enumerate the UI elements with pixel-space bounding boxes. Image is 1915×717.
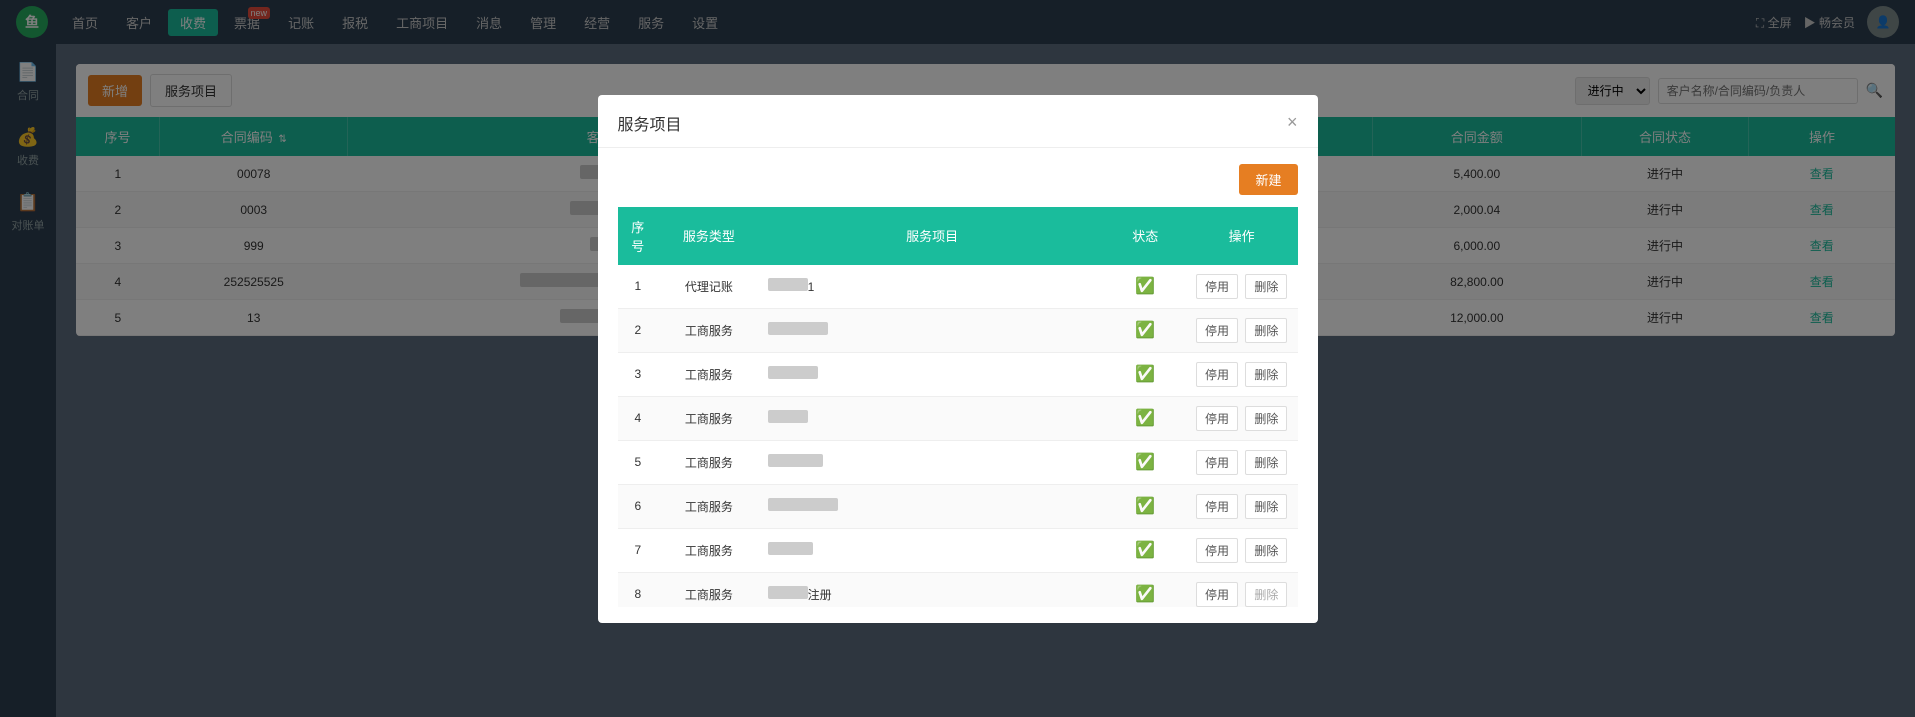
modal-cell-type: 工商服务 — [658, 484, 759, 528]
modal-cell-action: 停用 删除 — [1186, 528, 1298, 572]
modal-cell-status: ✅ — [1105, 352, 1186, 396]
modal-cell-action: 停用 删除 — [1186, 308, 1298, 352]
modal-col-header-type: 服务类型 — [658, 207, 759, 265]
stop-button[interactable]: 停用 — [1196, 406, 1238, 431]
modal-table-scroll[interactable]: 序号 服务类型 服务项目 状态 操作 1 代理记账 1 ✅ — [618, 207, 1298, 607]
stop-button[interactable]: 停用 — [1196, 450, 1238, 475]
modal-cell-num: 1 — [618, 265, 659, 309]
stop-button[interactable]: 停用 — [1196, 494, 1238, 519]
status-check-icon: ✅ — [1135, 278, 1155, 295]
modal-cell-num: 5 — [618, 440, 659, 484]
modal-cell-action: 停用 删除 — [1186, 352, 1298, 396]
modal-table-row: 1 代理记账 1 ✅ 停用 删除 — [618, 265, 1298, 309]
modal-cell-type: 代理记账 — [658, 265, 759, 309]
modal-cell-type: 工商服务 — [658, 352, 759, 396]
modal-table-row: 2 工商服务 ✅ 停用 删除 — [618, 308, 1298, 352]
stop-button[interactable]: 停用 — [1196, 274, 1238, 299]
modal-title: 服务项目 — [618, 111, 682, 135]
modal-table-row: 5 工商服务 ✅ 停用 删除 — [618, 440, 1298, 484]
status-check-icon: ✅ — [1135, 498, 1155, 515]
delete-button[interactable]: 删除 — [1245, 450, 1287, 475]
status-check-icon: ✅ — [1135, 366, 1155, 383]
modal-cell-item — [760, 308, 1105, 352]
modal-cell-item — [760, 484, 1105, 528]
modal-cell-type: 工商服务 — [658, 308, 759, 352]
modal-cell-num: 7 — [618, 528, 659, 572]
modal-cell-num: 6 — [618, 484, 659, 528]
modal-cell-status: ✅ — [1105, 572, 1186, 607]
delete-button[interactable]: 删除 — [1245, 494, 1287, 519]
stop-button[interactable]: 停用 — [1196, 318, 1238, 343]
modal-close-button[interactable]: × — [1287, 112, 1298, 133]
modal-cell-item — [760, 396, 1105, 440]
modal-table-row: 7 工商服务 ✅ 停用 删除 — [618, 528, 1298, 572]
modal-cell-status: ✅ — [1105, 396, 1186, 440]
modal-cell-type: 工商服务 — [658, 440, 759, 484]
delete-button[interactable]: 删除 — [1245, 582, 1287, 607]
modal-body: 新建 序号 服务类型 服务项目 状态 操作 — [598, 148, 1318, 623]
modal-header: 服务项目 × — [598, 95, 1318, 148]
modal-cell-num: 4 — [618, 396, 659, 440]
modal-col-header-status: 状态 — [1105, 207, 1186, 265]
stop-button[interactable]: 停用 — [1196, 362, 1238, 387]
modal-table-row: 4 工商服务 ✅ 停用 删除 — [618, 396, 1298, 440]
status-check-icon: ✅ — [1135, 322, 1155, 339]
stop-button[interactable]: 停用 — [1196, 538, 1238, 563]
modal-cell-type: 工商服务 — [658, 572, 759, 607]
stop-button[interactable]: 停用 — [1196, 582, 1238, 607]
modal-cell-action: 停用 删除 — [1186, 265, 1298, 309]
modal-cell-status: ✅ — [1105, 528, 1186, 572]
modal-cell-item: 注册 — [760, 572, 1105, 607]
modal-cell-item: 1 — [760, 265, 1105, 309]
delete-button[interactable]: 删除 — [1245, 274, 1287, 299]
modal-table-row: 8 工商服务 注册 ✅ 停用 删除 — [618, 572, 1298, 607]
delete-button[interactable]: 删除 — [1245, 362, 1287, 387]
modal-col-header-action: 操作 — [1186, 207, 1298, 265]
modal-col-header-num: 序号 — [618, 207, 659, 265]
status-check-icon: ✅ — [1135, 542, 1155, 559]
modal-cell-action: 停用 删除 — [1186, 484, 1298, 528]
modal-cell-action: 停用 删除 — [1186, 396, 1298, 440]
modal-overlay[interactable]: 服务项目 × 新建 序号 服务类型 服务项目 状态 操作 — [0, 0, 1915, 717]
modal-cell-num: 8 — [618, 572, 659, 607]
modal-toolbar: 新建 — [618, 164, 1298, 195]
delete-button[interactable]: 删除 — [1245, 538, 1287, 563]
status-check-icon: ✅ — [1135, 410, 1155, 427]
delete-button[interactable]: 删除 — [1245, 318, 1287, 343]
service-items-table: 序号 服务类型 服务项目 状态 操作 1 代理记账 1 ✅ — [618, 207, 1298, 607]
service-items-modal: 服务项目 × 新建 序号 服务类型 服务项目 状态 操作 — [598, 95, 1318, 623]
status-check-icon: ✅ — [1135, 586, 1155, 603]
status-check-icon: ✅ — [1135, 454, 1155, 471]
modal-cell-item — [760, 528, 1105, 572]
modal-cell-item — [760, 352, 1105, 396]
modal-cell-action: 停用 删除 — [1186, 572, 1298, 607]
modal-cell-status: ✅ — [1105, 484, 1186, 528]
modal-cell-num: 3 — [618, 352, 659, 396]
modal-table-row: 3 工商服务 ✅ 停用 删除 — [618, 352, 1298, 396]
modal-cell-action: 停用 删除 — [1186, 440, 1298, 484]
modal-cell-status: ✅ — [1105, 440, 1186, 484]
modal-table-row: 6 工商服务 ✅ 停用 删除 — [618, 484, 1298, 528]
modal-cell-status: ✅ — [1105, 308, 1186, 352]
delete-button[interactable]: 删除 — [1245, 406, 1287, 431]
modal-cell-status: ✅ — [1105, 265, 1186, 309]
modal-new-button[interactable]: 新建 — [1239, 164, 1297, 195]
modal-cell-item — [760, 440, 1105, 484]
modal-cell-num: 2 — [618, 308, 659, 352]
modal-cell-type: 工商服务 — [658, 528, 759, 572]
modal-cell-type: 工商服务 — [658, 396, 759, 440]
modal-col-header-item: 服务项目 — [760, 207, 1105, 265]
